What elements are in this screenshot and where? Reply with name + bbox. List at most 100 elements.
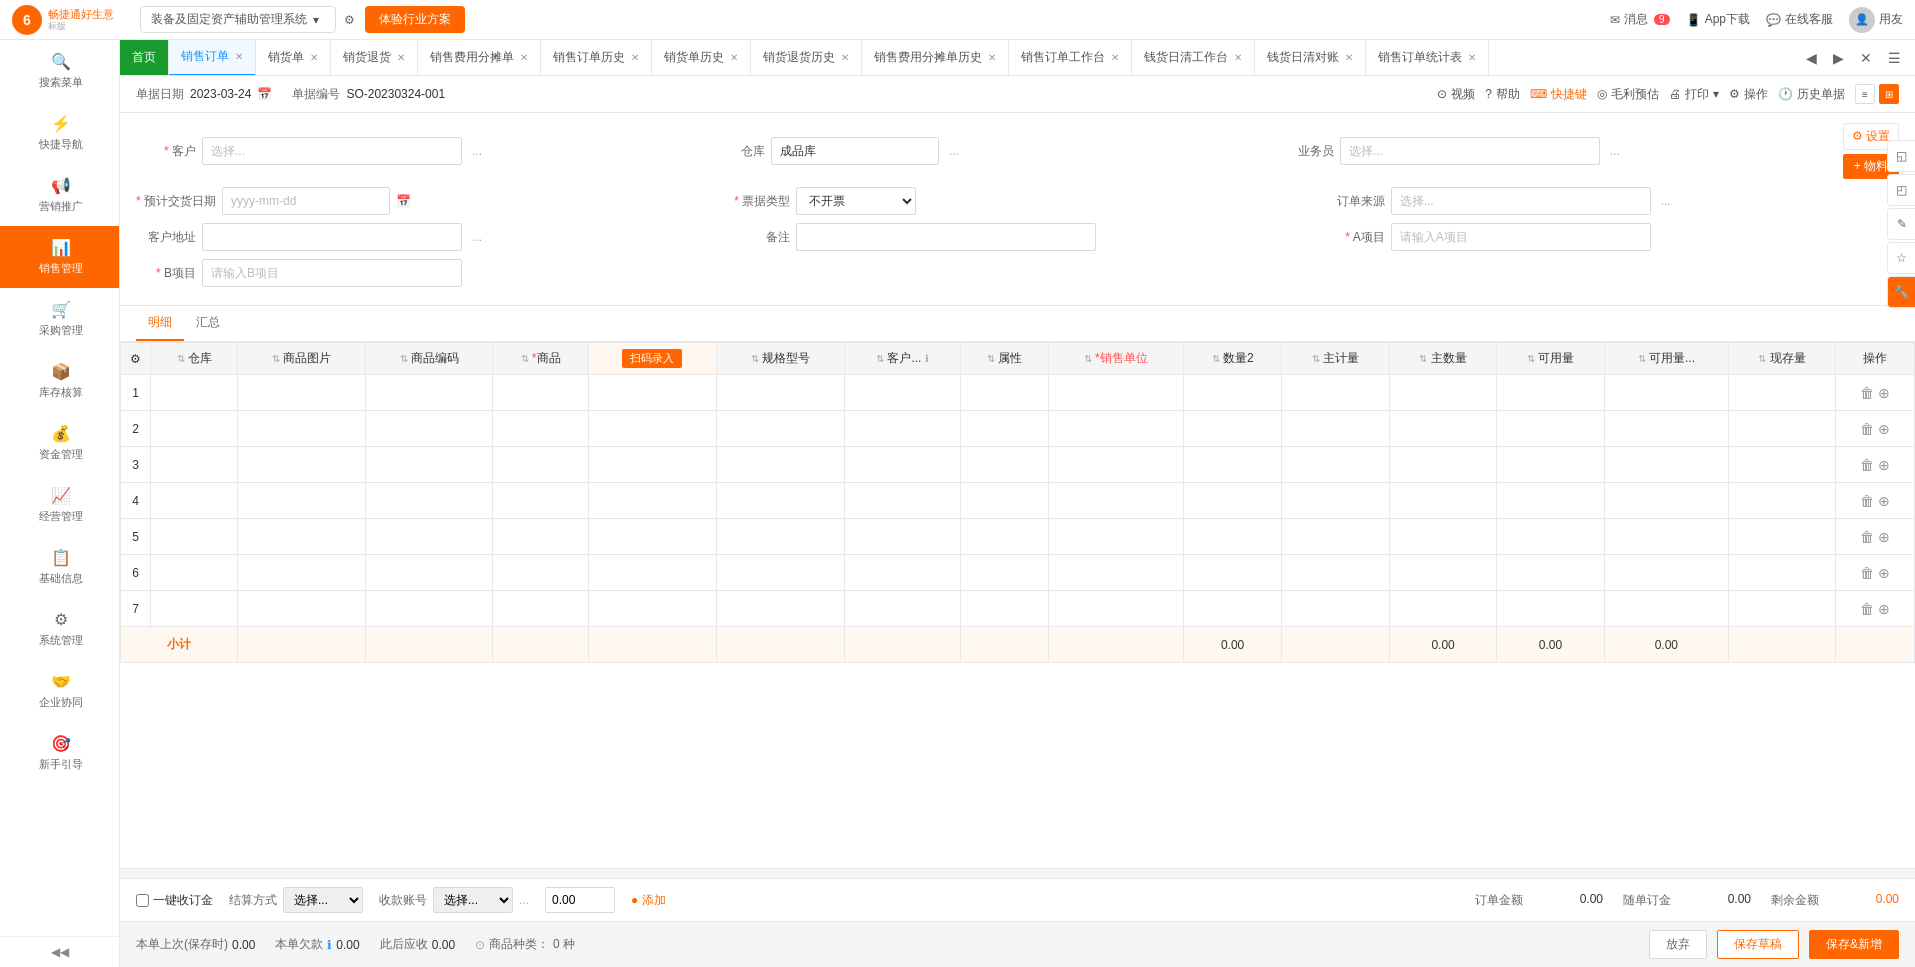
deposit-checkbox-input[interactable] xyxy=(136,894,149,907)
shortcut-action[interactable]: ⌨ 快捷键 xyxy=(1530,86,1587,103)
invoice-select[interactable]: 不开票 增值税普票 增值税专票 xyxy=(796,187,916,215)
row-1-code[interactable] xyxy=(365,375,493,411)
row-5-main-unit[interactable] xyxy=(1282,519,1389,555)
history-action[interactable]: 🕐 历史单据 xyxy=(1778,86,1845,103)
row-2-spec[interactable] xyxy=(717,411,845,447)
row-2-unit[interactable] xyxy=(1048,411,1183,447)
row-4-qty2[interactable] xyxy=(1183,483,1282,519)
tab-close-reconcile[interactable]: ✕ xyxy=(1345,52,1353,63)
row-4-stock[interactable] xyxy=(1728,483,1835,519)
row-1-available-more[interactable] xyxy=(1604,375,1728,411)
row-3-attribute[interactable] xyxy=(961,447,1048,483)
sidebar-item-finance[interactable]: 💰 资金管理 xyxy=(0,412,119,474)
row-5-stock[interactable] xyxy=(1728,519,1835,555)
row-7-spec[interactable] xyxy=(717,591,845,627)
tab-close-bill-history[interactable]: ✕ xyxy=(730,52,738,63)
row-3-code[interactable] xyxy=(365,447,493,483)
row-7-available-more[interactable] xyxy=(1604,591,1728,627)
row-3-available-more[interactable] xyxy=(1604,447,1728,483)
row-1-copy-icon[interactable]: ⊕ xyxy=(1878,385,1890,401)
row-7-attribute[interactable] xyxy=(961,591,1048,627)
col-main-qty[interactable]: ⇅ 主数量 xyxy=(1389,343,1496,375)
row-5-product[interactable] xyxy=(493,519,588,555)
tab-daily-clear[interactable]: 钱货日清工作台 ✕ xyxy=(1132,40,1255,76)
row-5-unit[interactable] xyxy=(1048,519,1183,555)
scroll-row[interactable] xyxy=(120,868,1915,878)
right-panel-btn-2[interactable]: ◰ xyxy=(1887,174,1915,206)
tab-close-sales-return[interactable]: ✕ xyxy=(397,52,405,63)
solution-button[interactable]: 体验行业方案 xyxy=(365,6,465,33)
row-5-delete-icon[interactable]: 🗑 xyxy=(1860,529,1874,545)
row-2-code[interactable] xyxy=(365,411,493,447)
col-customer-attr[interactable]: ⇅ 客户... ℹ xyxy=(844,343,960,375)
customer-dots[interactable]: ... xyxy=(472,144,482,158)
row-4-available-more[interactable] xyxy=(1604,483,1728,519)
print-action[interactable]: 🖨 打印 ▾ xyxy=(1669,86,1719,103)
right-panel-btn-3[interactable]: ✎ xyxy=(1887,208,1915,240)
row-6-available-more[interactable] xyxy=(1604,555,1728,591)
deposit-checkbox[interactable]: 一键收订金 xyxy=(136,892,213,909)
row-2-delete-icon[interactable]: 🗑 xyxy=(1860,421,1874,437)
row-1-warehouse[interactable] xyxy=(151,375,238,411)
row-7-qty2[interactable] xyxy=(1183,591,1282,627)
row-2-warehouse[interactable] xyxy=(151,411,238,447)
tab-sales-return[interactable]: 销货退货 ✕ xyxy=(331,40,418,76)
row-3-main-qty[interactable] xyxy=(1389,447,1496,483)
row-7-customer[interactable] xyxy=(844,591,960,627)
address-dots[interactable]: ... xyxy=(472,230,482,244)
row-2-available[interactable] xyxy=(1497,411,1604,447)
row-1-stock[interactable] xyxy=(1728,375,1835,411)
row-1-attribute[interactable] xyxy=(961,375,1048,411)
row-3-unit[interactable] xyxy=(1048,447,1183,483)
row-7-warehouse[interactable] xyxy=(151,591,238,627)
tab-order-history[interactable]: 销售订单历史 ✕ xyxy=(541,40,652,76)
row-4-image[interactable] xyxy=(238,483,366,519)
row-4-warehouse[interactable] xyxy=(151,483,238,519)
tab-next-button[interactable]: ▶ xyxy=(1827,48,1850,68)
warehouse-input[interactable] xyxy=(771,137,939,165)
row-4-available[interactable] xyxy=(1497,483,1604,519)
operation-action[interactable]: ⚙ 操作 xyxy=(1729,86,1768,103)
row-4-delete-icon[interactable]: 🗑 xyxy=(1860,493,1874,509)
row-3-delete-icon[interactable]: 🗑 xyxy=(1860,457,1874,473)
online-service-item[interactable]: 💬 在线客服 xyxy=(1766,11,1833,28)
address-input[interactable] xyxy=(202,223,462,251)
deposit-amount-input[interactable] xyxy=(545,887,615,913)
row-1-image[interactable] xyxy=(238,375,366,411)
staff-dots[interactable]: ... xyxy=(1610,144,1620,158)
tab-close-all-button[interactable]: ✕ xyxy=(1854,48,1878,68)
row-6-stock[interactable] xyxy=(1728,555,1835,591)
col-spec[interactable]: ⇅ 规格型号 xyxy=(717,343,845,375)
sidebar-item-guide[interactable]: 🎯 新手引导 xyxy=(0,722,119,784)
col-settings[interactable]: ⚙ xyxy=(121,343,151,375)
row-3-customer[interactable] xyxy=(844,447,960,483)
sidebar-item-collab[interactable]: 🤝 企业协同 xyxy=(0,660,119,722)
row-4-unit[interactable] xyxy=(1048,483,1183,519)
tab-workbench[interactable]: 销售订单工作台 ✕ xyxy=(1009,40,1132,76)
tab-close-order-history[interactable]: ✕ xyxy=(631,52,639,63)
messages-item[interactable]: ✉ 消息 9 xyxy=(1610,11,1670,28)
row-2-image[interactable] xyxy=(238,411,366,447)
row-7-main-unit[interactable] xyxy=(1282,591,1389,627)
row-1-customer[interactable] xyxy=(844,375,960,411)
col-qty2[interactable]: ⇅ 数量2 xyxy=(1183,343,1282,375)
tab-stats[interactable]: 销售订单统计表 ✕ xyxy=(1366,40,1489,76)
profit-action[interactable]: ◎ 毛利预估 xyxy=(1597,86,1659,103)
tab-sales-bill[interactable]: 销货单 ✕ xyxy=(256,40,331,76)
row-2-qty2[interactable] xyxy=(1183,411,1282,447)
system-settings-icon[interactable]: ⚙ xyxy=(344,13,355,27)
collapse-button[interactable]: ◀◀ xyxy=(0,936,119,967)
right-panel-btn-5[interactable]: 🔧 xyxy=(1887,276,1915,308)
date-icon[interactable]: 📅 xyxy=(257,87,272,101)
tab-home[interactable]: 首页 xyxy=(120,40,169,76)
row-6-main-unit[interactable] xyxy=(1282,555,1389,591)
row-7-copy-icon[interactable]: ⊕ xyxy=(1878,601,1890,617)
row-7-delete-icon[interactable]: 🗑 xyxy=(1860,601,1874,617)
tab-bill-history[interactable]: 销货单历史 ✕ xyxy=(652,40,751,76)
sidebar-item-nav[interactable]: ⚡ 快捷导航 xyxy=(0,102,119,164)
row-7-product[interactable] xyxy=(493,591,588,627)
tab-detail[interactable]: 明细 xyxy=(136,306,184,341)
row-7-code[interactable] xyxy=(365,591,493,627)
discount-amt-info[interactable]: ℹ xyxy=(327,938,332,952)
sidebar-item-operations[interactable]: 📈 经营管理 xyxy=(0,474,119,536)
